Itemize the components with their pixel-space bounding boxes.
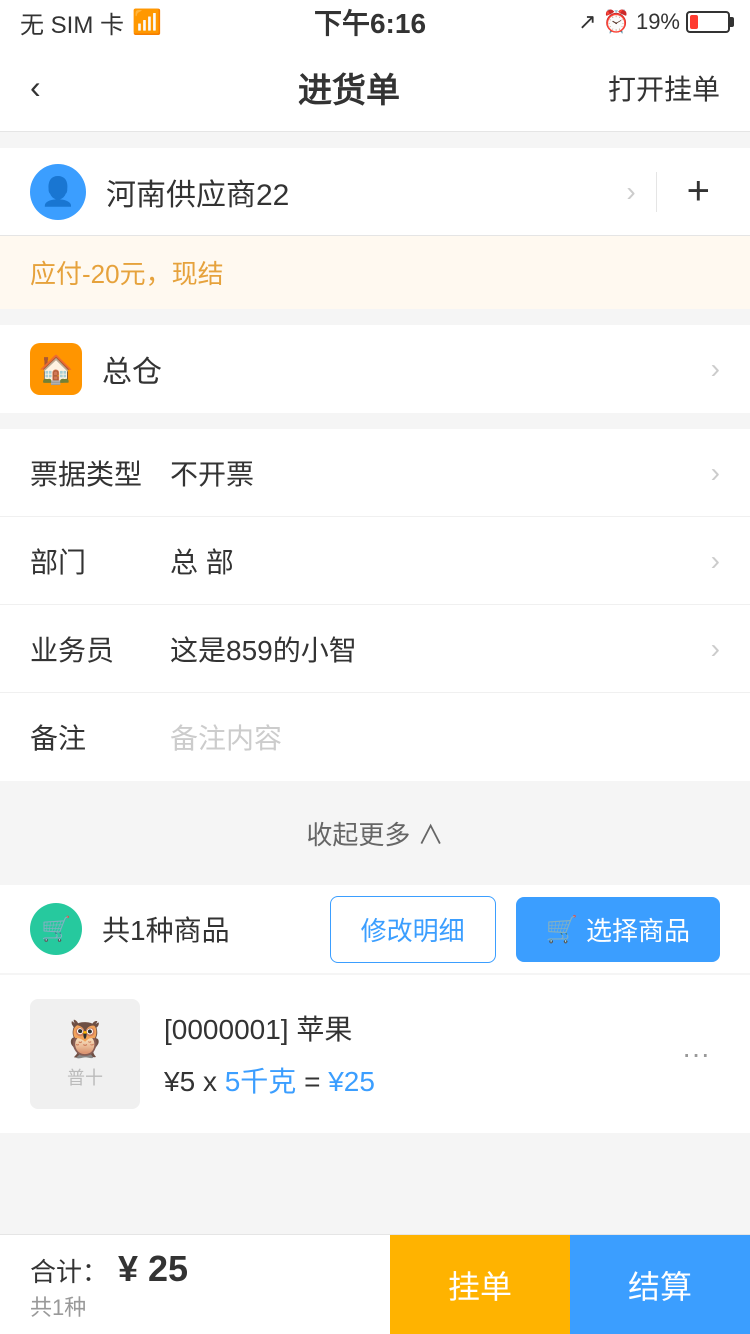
add-button[interactable]: +	[677, 169, 720, 214]
select-product-button[interactable]: 🛒 选择商品	[516, 897, 720, 962]
product-header: 🛒 共1种商品 修改明细 🛒 选择商品	[0, 885, 750, 973]
dept-label: 部门	[30, 541, 170, 581]
cart-icon: 🛒	[41, 915, 71, 944]
product-item: 🦉 普十 [0000001] 苹果 ¥5 x 5千克 = ¥25 ···	[0, 975, 750, 1133]
checkout-button[interactable]: 结算	[570, 1235, 750, 1334]
invoice-value: 不开票	[170, 453, 701, 493]
remark-label: 备注	[30, 717, 170, 757]
remark-row[interactable]: 备注 备注内容	[0, 693, 750, 781]
supplier-name: 河南供应商22	[106, 170, 616, 214]
warehouse-icon: 🏠	[30, 343, 82, 395]
status-right: ↗ ⏰ 19%	[578, 9, 730, 35]
total-line: 合计： ¥ 25	[30, 1248, 360, 1290]
supplier-section: 👤 河南供应商22 › + 应付-20元，现结	[0, 148, 750, 309]
more-button[interactable]: ···	[672, 1028, 720, 1080]
chevron-right-icon: ›	[711, 545, 720, 577]
chevron-right-icon: ›	[711, 353, 720, 385]
remark-input[interactable]: 备注内容	[170, 717, 720, 757]
battery-percent: 19%	[636, 9, 680, 35]
supplier-avatar: 👤	[30, 164, 86, 220]
status-left: 无 SIM 卡 📶	[20, 5, 162, 40]
nav-bar: ‹ 进货单 打开挂单	[0, 44, 750, 132]
dept-row[interactable]: 部门 总 部 ›	[0, 517, 750, 605]
invoice-row[interactable]: 票据类型 不开票 ›	[0, 429, 750, 517]
product-info: [0000001] 苹果 ¥5 x 5千克 = ¥25	[164, 1008, 672, 1100]
warehouse-name: 总仓	[102, 347, 701, 391]
sales-value: 这是859的小智	[170, 629, 701, 669]
product-name: [0000001] 苹果	[164, 1008, 672, 1048]
product-price: ¥5 x 5千克 = ¥25	[164, 1060, 672, 1100]
battery-icon	[686, 11, 730, 33]
carrier-label: 无 SIM 卡	[20, 5, 124, 40]
page-title: 进货单	[298, 63, 400, 112]
warehouse-section[interactable]: 🏠 总仓 ›	[0, 325, 750, 413]
location-icon: ↗	[578, 9, 596, 35]
dept-value: 总 部	[170, 541, 701, 581]
chevron-right-icon: ›	[626, 176, 635, 208]
collapse-button[interactable]: 收起更多 ∧	[0, 797, 750, 869]
select-icon: 🛒	[546, 914, 578, 945]
product-icon: 🛒	[30, 903, 82, 955]
total-amount: ¥ 25	[118, 1248, 188, 1290]
edit-detail-button[interactable]: 修改明细	[330, 896, 496, 963]
sales-label: 业务员	[30, 629, 170, 669]
status-bar: 无 SIM 卡 📶 下午6:16 ↗ ⏰ 19%	[0, 0, 750, 44]
back-button[interactable]: ‹	[30, 69, 90, 106]
product-count: 共1种商品	[102, 909, 310, 949]
total-sub: 共1种	[30, 1290, 360, 1322]
wifi-icon: 📶	[132, 8, 162, 37]
open-pending-button[interactable]: 打开挂单	[608, 68, 720, 108]
chevron-right-icon: ›	[711, 633, 720, 665]
total-label: 合计：	[30, 1252, 108, 1289]
form-section: 票据类型 不开票 › 部门 总 部 › 业务员 这是859的小智 › 备注 备注…	[0, 429, 750, 781]
total-section: 合计： ¥ 25 共1种	[0, 1235, 390, 1334]
status-time: 下午6:16	[314, 2, 426, 42]
chevron-right-icon: ›	[711, 457, 720, 489]
avatar-icon: 👤	[41, 175, 76, 208]
sales-row[interactable]: 业务员 这是859的小智 ›	[0, 605, 750, 693]
hang-button[interactable]: 挂单	[390, 1235, 570, 1334]
alarm-icon: ⏰	[603, 9, 630, 35]
bottom-bar: 合计： ¥ 25 共1种 挂单 结算	[0, 1234, 750, 1334]
product-thumbnail: 🦉 普十	[30, 999, 140, 1109]
supplier-alert: 应付-20元，现结	[0, 236, 750, 309]
vertical-divider	[656, 172, 657, 212]
supplier-row[interactable]: 👤 河南供应商22 › +	[0, 148, 750, 236]
invoice-label: 票据类型	[30, 453, 170, 493]
